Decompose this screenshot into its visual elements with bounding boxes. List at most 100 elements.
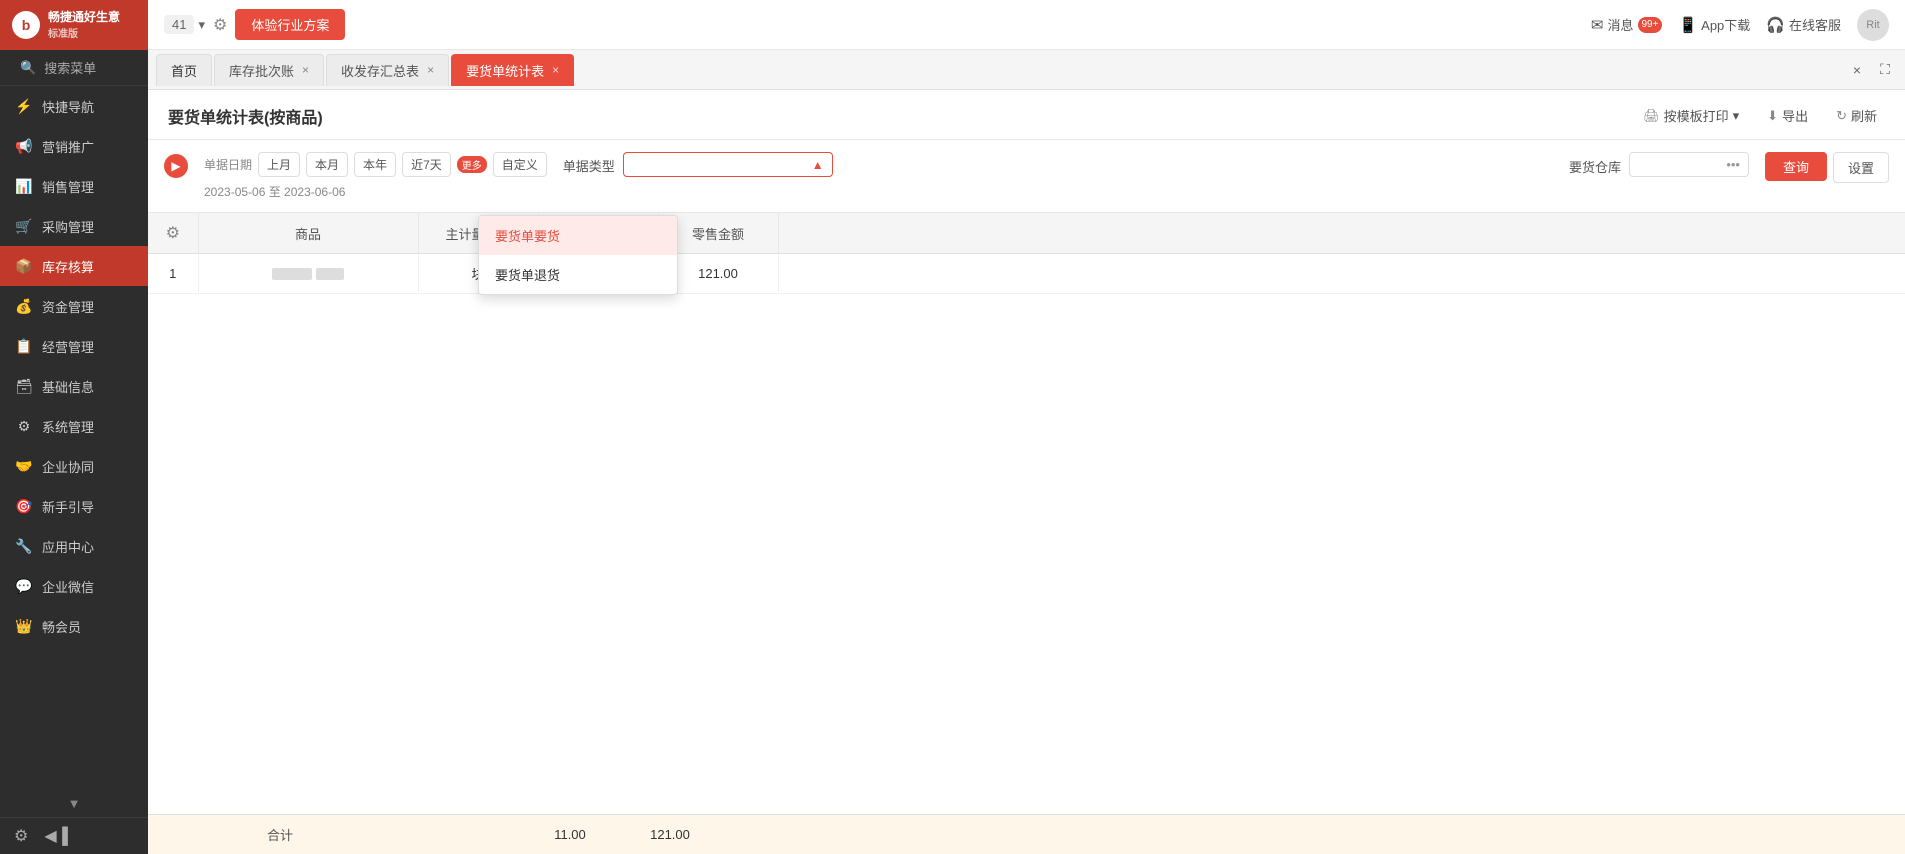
product-name-placeholder — [272, 268, 312, 280]
app-download-label: App下载 — [1701, 15, 1750, 34]
footer-quantity: 11.00 — [520, 827, 620, 842]
sidebar-item-collab[interactable]: 🤝 企业协同 — [0, 446, 148, 486]
page-header: 要货单统计表(按商品) 🖨 按模板打印 ▾ ⬇ 导出 ↻ 刷新 — [148, 90, 1905, 140]
filter-row: ▶ 单据日期 上月 本月 本年 近7天 更多 自定义 2023-05-06 至 … — [148, 140, 1905, 213]
print-icon: 🖨 — [1643, 108, 1660, 124]
tab-batch-account-label: 库存批次账 — [229, 61, 294, 80]
page-actions: 🖨 按模板打印 ▾ ⬇ 导出 ↻ 刷新 — [1635, 102, 1885, 129]
type-filter-field[interactable] — [632, 157, 808, 172]
marketing-icon: 📢 — [14, 136, 34, 156]
topbar: 41 ▾ ⚙ 体验行业方案 ✉ 消息 99+ 📱 App下载 🎧 在线客服 Ri… — [148, 0, 1905, 50]
purchase-icon: 🛒 — [14, 216, 34, 236]
sidebar-search[interactable]: 🔍 搜索菜单 — [0, 50, 148, 86]
tab-close-all-btn[interactable]: × — [1845, 58, 1869, 82]
date-last-month-btn[interactable]: 上月 — [258, 152, 300, 177]
type-filter-input[interactable]: ▲ — [623, 152, 833, 177]
sidebar-item-label: 快捷导航 — [42, 97, 94, 116]
export-label: 导出 — [1782, 106, 1808, 125]
collapse-sidebar-icon[interactable]: ◀▐ — [44, 826, 68, 846]
sidebar-item-basic[interactable]: 🗃 基础信息 — [0, 366, 148, 406]
date-filter-group: 单据日期 上月 本月 本年 近7天 更多 自定义 2023-05-06 至 20… — [204, 152, 547, 200]
sidebar-item-appstore[interactable]: 🔧 应用中心 — [0, 526, 148, 566]
message-btn[interactable]: ✉ 消息 99+ — [1591, 15, 1663, 34]
tab-expand-btn[interactable]: ⛶ — [1873, 58, 1897, 82]
sidebar-item-member[interactable]: 👑 畅会员 — [0, 606, 148, 646]
filter-settings-btn[interactable]: 设置 — [1833, 152, 1889, 183]
message-label: 消息 — [1607, 15, 1633, 34]
dropdown-item-order-return[interactable]: 要货单退货 — [479, 255, 677, 294]
export-btn[interactable]: ⬇ 导出 — [1759, 102, 1816, 129]
type-filter-group: 单据类型 ▲ 要货单要货 要货单退货 — [563, 152, 1537, 177]
sidebar-item-label: 基础信息 — [42, 377, 94, 396]
footer-label: 合计 — [160, 825, 400, 844]
tab-order-stats[interactable]: 要货单统计表 × — [451, 54, 574, 86]
warehouse-dots-icon[interactable]: ••• — [1726, 157, 1740, 172]
footer-amount: 121.00 — [620, 827, 720, 842]
sidebar-item-system[interactable]: ⚙ 系统管理 — [0, 406, 148, 446]
query-btn[interactable]: 查询 — [1765, 152, 1827, 181]
dropdown-item-order-request[interactable]: 要货单要货 — [479, 216, 677, 255]
tab-batch-account[interactable]: 库存批次账 × — [214, 54, 324, 86]
date-this-month-btn[interactable]: 本月 — [306, 152, 348, 177]
warehouse-filter-input[interactable]: ••• — [1629, 152, 1749, 177]
tab-home[interactable]: 首页 — [156, 54, 212, 86]
warehouse-filter-group: 要货仓库 ••• — [1569, 152, 1749, 177]
store-selector[interactable]: 41 ▾ — [164, 15, 205, 34]
date-more-badge[interactable]: 更多 — [457, 156, 487, 173]
date-this-year-btn[interactable]: 本年 — [354, 152, 396, 177]
tab-recv-summary[interactable]: 收发存汇总表 × — [326, 54, 449, 86]
tabs-bar: 首页 库存批次账 × 收发存汇总表 × 要货单统计表 × × ⛶ — [148, 50, 1905, 90]
type-filter-label: 单据类型 — [563, 156, 615, 175]
date-range-text: 2023-05-06 至 2023-06-06 — [204, 183, 547, 200]
table-settings-icon[interactable]: ⚙ — [166, 225, 180, 242]
settings-footer-icon[interactable]: ⚙ — [14, 826, 28, 846]
print-btn[interactable]: 🖨 按模板打印 ▾ — [1635, 102, 1747, 129]
sidebar-item-purchase[interactable]: 🛒 采购管理 — [0, 206, 148, 246]
page-content: 要货单统计表(按商品) 🖨 按模板打印 ▾ ⬇ 导出 ↻ 刷新 — [148, 90, 1905, 854]
refresh-btn[interactable]: ↻ 刷新 — [1828, 102, 1885, 129]
sidebar-item-operations[interactable]: 📋 经营管理 — [0, 326, 148, 366]
sidebar-item-marketing[interactable]: 📢 营销推广 — [0, 126, 148, 166]
sidebar-scroll-down[interactable]: ▼ — [0, 790, 148, 817]
logo-icon: b — [12, 11, 40, 39]
sidebar-item-label: 应用中心 — [42, 537, 94, 556]
system-icon: ⚙ — [14, 416, 34, 436]
store-number: 41 — [164, 15, 194, 34]
main-area: 41 ▾ ⚙ 体验行业方案 ✉ 消息 99+ 📱 App下载 🎧 在线客服 Ri… — [148, 0, 1905, 854]
tab-batch-account-close[interactable]: × — [302, 63, 309, 77]
sidebar-item-wechat[interactable]: 💬 企业微信 — [0, 566, 148, 606]
collab-icon: 🤝 — [14, 456, 34, 476]
sidebar-item-guide[interactable]: 🎯 新手引导 — [0, 486, 148, 526]
online-service-btn[interactable]: 🎧 在线客服 — [1766, 15, 1841, 34]
app-download-btn[interactable]: 📱 App下载 — [1678, 15, 1750, 34]
sidebar-item-quick-nav[interactable]: ⚡ 快捷导航 — [0, 86, 148, 126]
sidebar-item-sales[interactable]: 📊 销售管理 — [0, 166, 148, 206]
finance-icon: 💰 — [14, 296, 34, 316]
user-avatar[interactable]: Rit — [1857, 9, 1889, 41]
date-custom-btn[interactable]: 自定义 — [493, 152, 547, 177]
sidebar-item-inventory[interactable]: 📦 库存核算 — [0, 246, 148, 286]
col-empty — [778, 213, 1905, 254]
col-product: 商品 — [198, 213, 418, 254]
sidebar: b 畅捷通好生意 标准版 🔍 搜索菜单 ⚡ 快捷导航 📢 营销推广 📊 销售管理… — [0, 0, 148, 854]
table-footer: 合计 11.00 121.00 — [148, 814, 1905, 854]
page-title-bar: 要货单统计表(按商品) 🖨 按模板打印 ▾ ⬇ 导出 ↻ 刷新 — [168, 102, 1885, 139]
tab-order-stats-close[interactable]: × — [552, 63, 559, 77]
tab-home-label: 首页 — [171, 61, 197, 80]
tab-controls: × ⛶ — [1845, 58, 1897, 82]
topbar-settings-icon[interactable]: ⚙ — [213, 15, 227, 35]
product-name-placeholder2 — [316, 268, 344, 280]
tab-recv-summary-close[interactable]: × — [427, 63, 434, 77]
print-label: 按模板打印 — [1664, 106, 1729, 125]
wechat-icon: 💬 — [14, 576, 34, 596]
sidebar-item-label: 经营管理 — [42, 337, 94, 356]
date-last-7days-btn[interactable]: 近7天 — [402, 152, 451, 177]
sidebar-item-finance[interactable]: 💰 资金管理 — [0, 286, 148, 326]
trial-btn[interactable]: 体验行业方案 — [235, 9, 345, 40]
cell-product — [198, 254, 418, 294]
table-header-row: ⚙ 商品 主计量单位 主数量 零售金额 — [148, 213, 1905, 254]
sales-icon: 📊 — [14, 176, 34, 196]
member-icon: 👑 — [14, 616, 34, 636]
user-name: Rit — [1866, 19, 1879, 31]
filter-expand-btn[interactable]: ▶ — [164, 154, 188, 178]
